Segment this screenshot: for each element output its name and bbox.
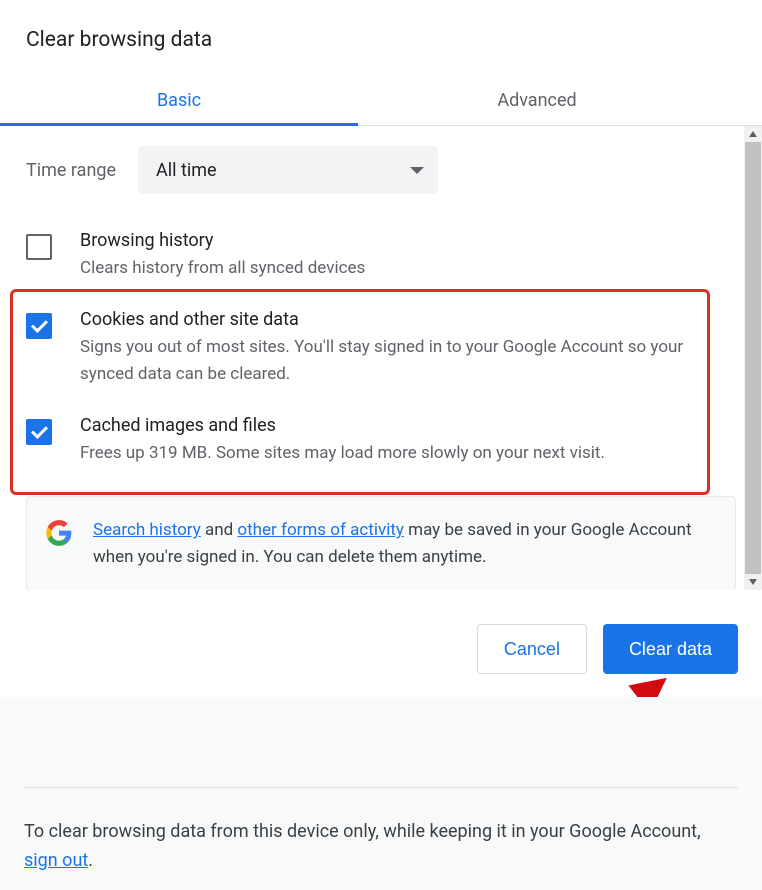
other-activity-link[interactable]: other forms of activity	[237, 520, 404, 540]
chevron-down-icon	[410, 167, 424, 174]
cookies-row: Cookies and other site data Signs you ou…	[26, 309, 736, 387]
scroll-area: Time range All time Browsing history Cle…	[0, 126, 762, 590]
scrollbar-track[interactable]	[744, 126, 762, 590]
cookies-checkbox[interactable]	[26, 313, 52, 339]
browsing-history-checkbox[interactable]	[26, 234, 52, 260]
time-range-label: Time range	[26, 160, 116, 181]
scroll-up-icon[interactable]	[748, 129, 758, 139]
checklist: Browsing history Clears history from all…	[26, 218, 736, 466]
clear-data-button[interactable]: Clear data	[603, 624, 738, 674]
footer-divider	[24, 787, 738, 788]
footer-area: To clear browsing data from this device …	[0, 697, 762, 890]
cookies-desc: Signs you out of most sites. You'll stay…	[80, 334, 736, 387]
time-range-select[interactable]: All time	[138, 146, 438, 194]
tab-advanced[interactable]: Advanced	[358, 76, 716, 125]
search-history-link[interactable]: Search history	[93, 520, 201, 540]
cache-row: Cached images and files Frees up 319 MB.…	[26, 415, 736, 466]
browsing-history-desc: Clears history from all synced devices	[80, 255, 736, 281]
google-info-text: Search history and other forms of activi…	[93, 517, 717, 570]
scroll-down-icon[interactable]	[748, 577, 758, 587]
google-logo-icon	[45, 519, 73, 547]
tabs-bar: Basic Advanced	[0, 76, 762, 126]
time-range-row: Time range All time	[26, 126, 736, 218]
footer-text: To clear browsing data from this device …	[24, 818, 738, 876]
cookies-title: Cookies and other site data	[80, 309, 736, 330]
cancel-button[interactable]: Cancel	[477, 624, 587, 674]
button-row: Cancel Clear data	[0, 590, 762, 674]
cache-title: Cached images and files	[80, 415, 736, 436]
browsing-history-title: Browsing history	[80, 230, 736, 251]
cache-checkbox[interactable]	[26, 419, 52, 445]
dialog-title: Clear browsing data	[0, 0, 762, 76]
sign-out-link[interactable]: sign out	[24, 850, 88, 871]
cache-desc: Frees up 319 MB. Some sites may load mor…	[80, 440, 736, 466]
browsing-history-row: Browsing history Clears history from all…	[26, 230, 736, 281]
google-info-box: Search history and other forms of activi…	[26, 496, 736, 590]
tab-basic[interactable]: Basic	[0, 76, 358, 125]
scrollbar-thumb[interactable]	[745, 142, 761, 574]
time-range-value: All time	[156, 160, 217, 181]
